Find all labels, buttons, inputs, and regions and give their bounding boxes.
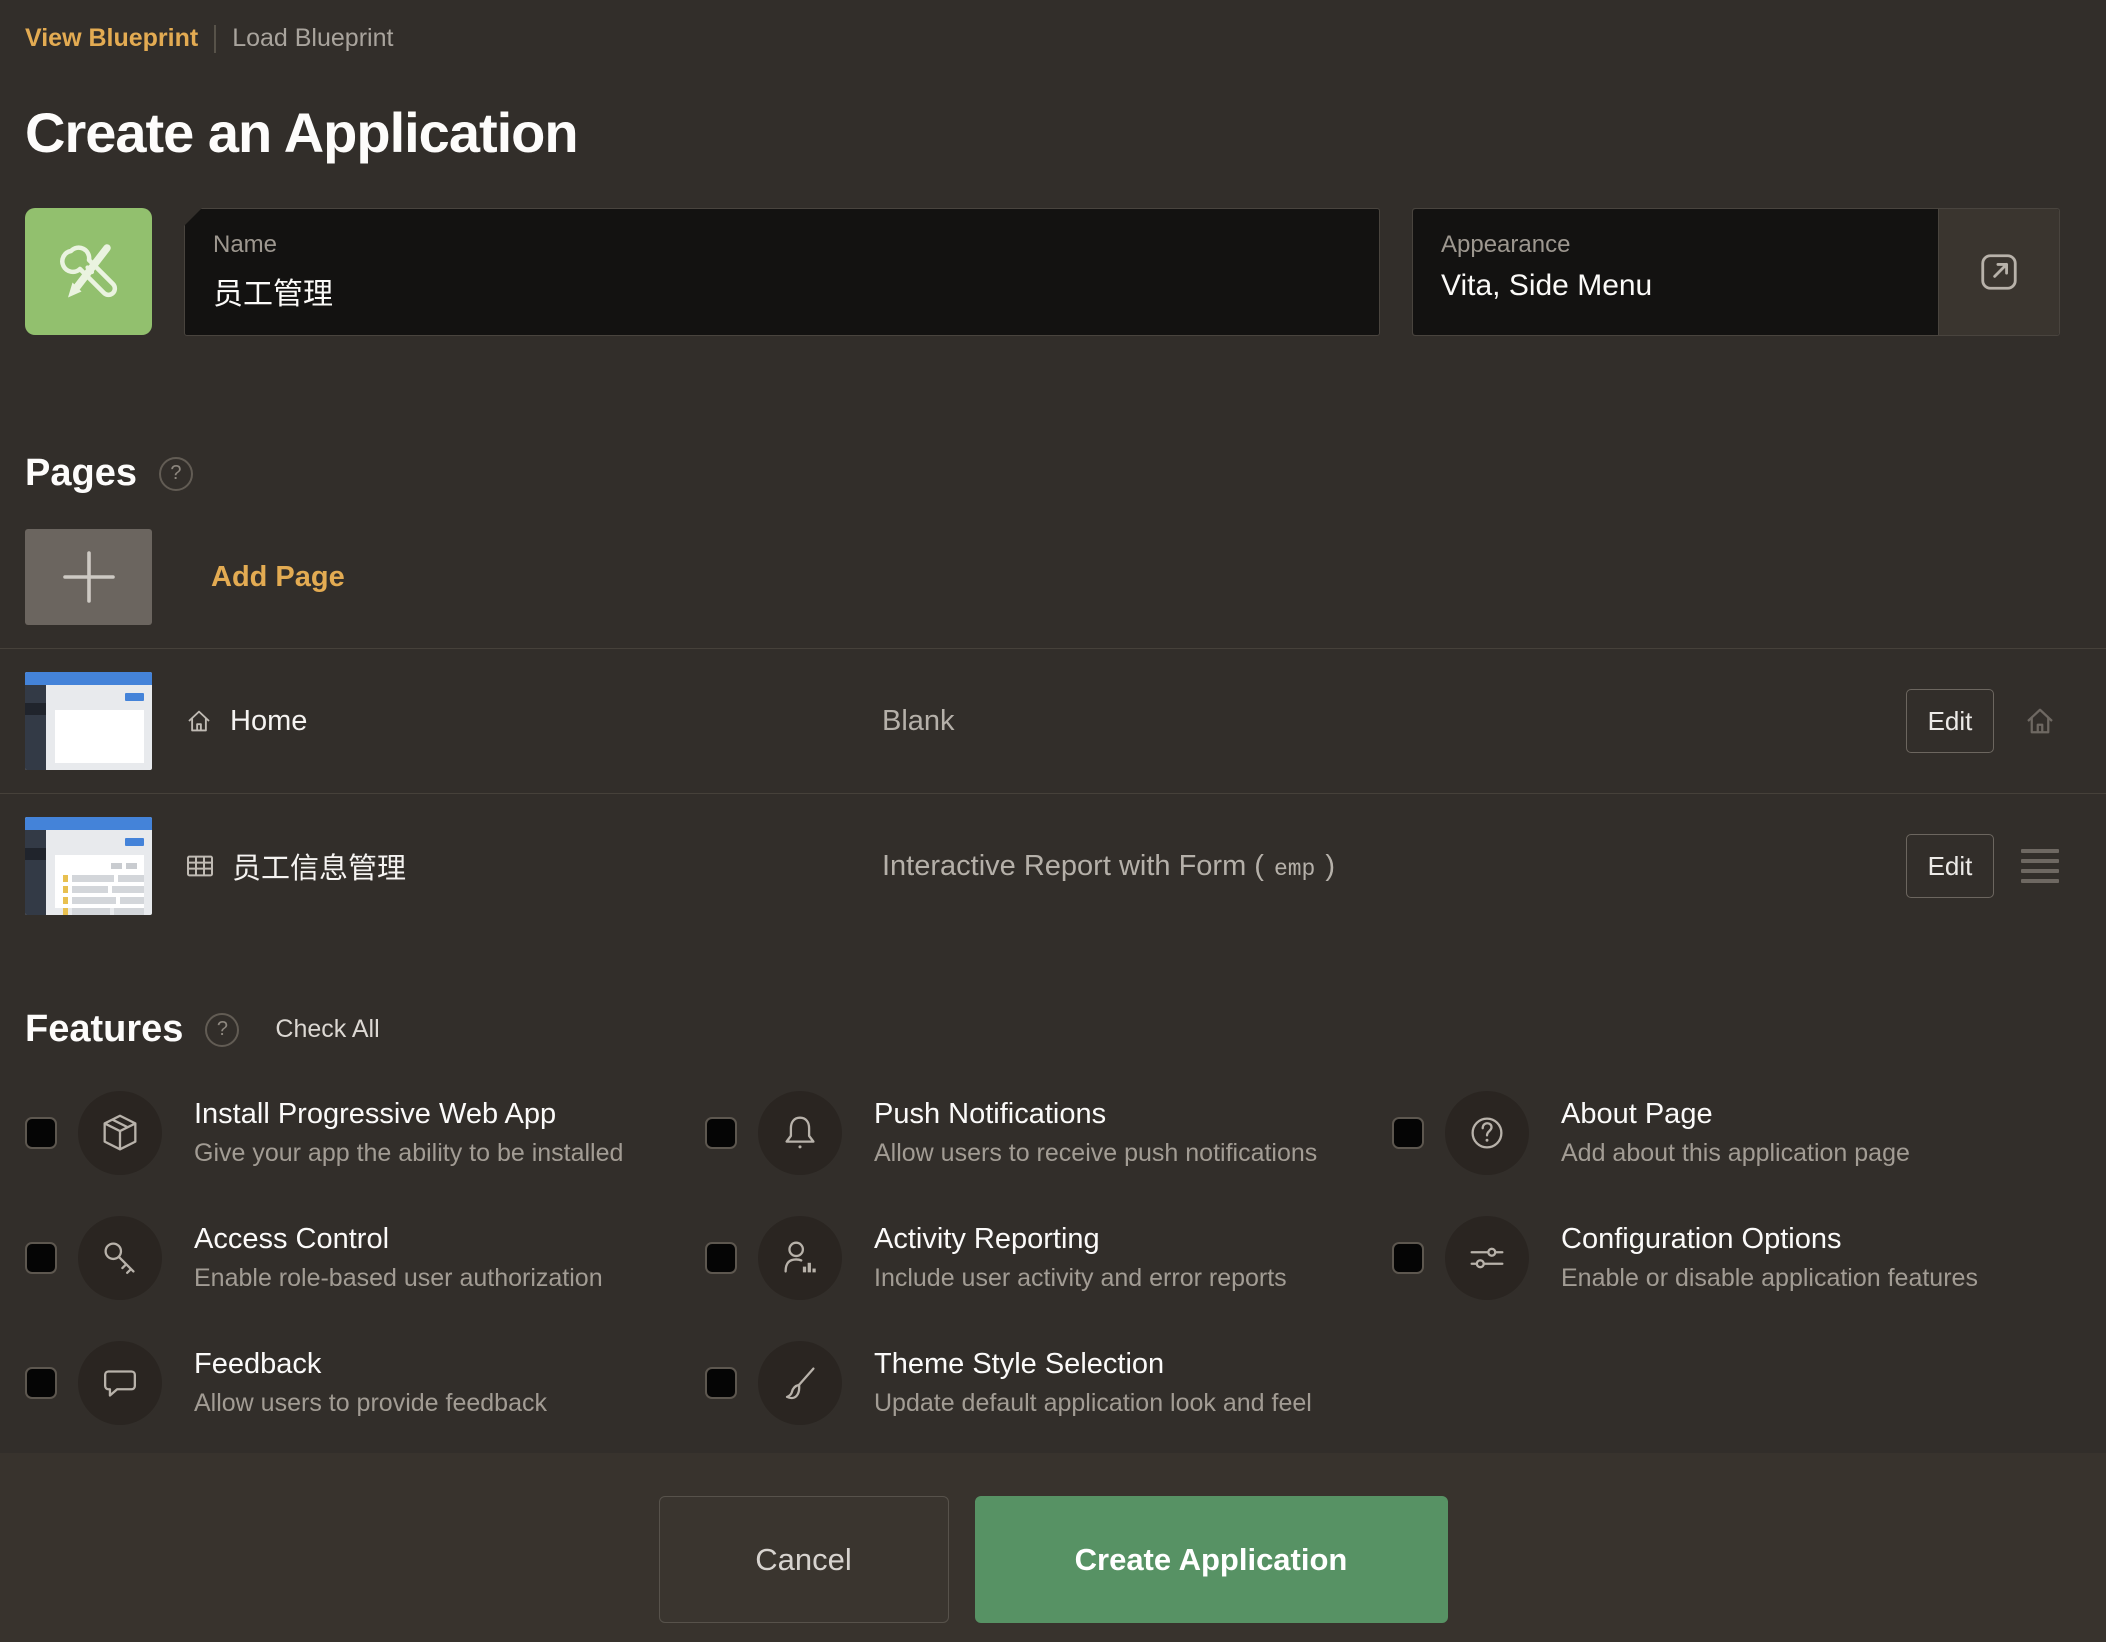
page-type-text: Blank	[882, 705, 1906, 738]
sliders-icon	[1445, 1216, 1529, 1300]
edit-page-button[interactable]: Edit	[1906, 689, 1994, 753]
features-heading: Features	[25, 1008, 183, 1051]
pages-heading: Pages	[25, 452, 137, 495]
feature-checkbox[interactable]	[705, 1117, 737, 1149]
home-page-indicator-icon	[2022, 703, 2058, 739]
home-icon	[184, 706, 214, 736]
edit-appearance-button[interactable]	[1939, 209, 2059, 335]
question-icon	[1445, 1091, 1529, 1175]
page-title-text: Home	[230, 705, 307, 738]
page-row-report[interactable]: 员工信息管理 Interactive Report with Form (emp…	[0, 793, 2106, 938]
feature-description: Allow users to receive push notification…	[874, 1139, 1317, 1168]
feature-install-pwa: Install Progressive Web App Give your ap…	[25, 1070, 705, 1195]
feature-theme-style: Theme Style Selection Update default app…	[705, 1320, 1392, 1445]
feature-description: Update default application look and feel	[874, 1389, 1312, 1418]
package-icon	[78, 1091, 162, 1175]
feature-checkbox[interactable]	[25, 1242, 57, 1274]
feature-push-notifications: Push Notifications Allow users to receiv…	[705, 1070, 1392, 1195]
feature-checkbox[interactable]	[705, 1242, 737, 1274]
feature-description: Include user activity and error reports	[874, 1264, 1287, 1293]
bell-icon	[758, 1091, 842, 1175]
appearance-group: Appearance Vita, Side Menu	[1412, 208, 2060, 336]
create-application-button[interactable]: Create Application	[975, 1496, 1448, 1623]
feature-about-page: About Page Add about this application pa…	[1392, 1070, 2076, 1195]
paintbrush-icon	[758, 1341, 842, 1425]
link-divider	[214, 25, 216, 53]
blueprint-links: View Blueprint Load Blueprint	[25, 24, 393, 53]
page-thumbnail-report	[25, 817, 152, 915]
features-help-icon[interactable]: ?	[205, 1013, 239, 1047]
name-field-value: 员工管理	[213, 269, 1351, 313]
grid-icon	[184, 850, 216, 882]
speech-bubble-icon	[78, 1341, 162, 1425]
open-dialog-icon	[1973, 246, 2025, 298]
appearance-field-value: Vita, Side Menu	[1441, 269, 1910, 303]
view-blueprint-link[interactable]: View Blueprint	[25, 24, 198, 53]
application-identity-row: Name 员工管理 Appearance Vita, Side Menu	[25, 208, 2060, 336]
feature-checkbox[interactable]	[1392, 1117, 1424, 1149]
feature-configuration-options: Configuration Options Enable or disable …	[1392, 1195, 2076, 1320]
drag-handle-icon[interactable]	[2021, 849, 2059, 883]
page-thumbnail-blank	[25, 672, 152, 770]
appearance-field-label: Appearance	[1441, 231, 1910, 259]
feature-checkbox[interactable]	[25, 1367, 57, 1399]
feature-description: Give your app the ability to be installe…	[194, 1139, 623, 1168]
user-chart-icon	[758, 1216, 842, 1300]
page-title: Create an Application	[25, 100, 578, 165]
pages-section-head: Pages ?	[25, 452, 193, 495]
feature-title: Install Progressive Web App	[194, 1098, 623, 1131]
features-section-head: Features ? Check All	[25, 1008, 380, 1051]
pages-list: Home Blank Edit	[0, 648, 2106, 938]
feature-access-control: Access Control Enable role-based user au…	[25, 1195, 705, 1320]
feature-title: Feedback	[194, 1348, 547, 1381]
feature-title: Activity Reporting	[874, 1223, 1287, 1256]
name-field-label: Name	[213, 231, 1351, 259]
page-title-text: 员工信息管理	[232, 845, 406, 887]
name-field[interactable]: Name 员工管理	[184, 208, 1380, 336]
key-icon	[78, 1216, 162, 1300]
add-page-row[interactable]: Add Page	[25, 529, 345, 625]
add-page-tile[interactable]	[25, 529, 152, 625]
feature-description: Add about this application page	[1561, 1139, 1910, 1168]
feature-title: Theme Style Selection	[874, 1348, 1312, 1381]
add-page-label[interactable]: Add Page	[211, 561, 345, 594]
edit-page-button[interactable]: Edit	[1906, 834, 1994, 898]
appearance-field[interactable]: Appearance Vita, Side Menu	[1413, 209, 1939, 335]
features-grid: Install Progressive Web App Give your ap…	[25, 1070, 2076, 1445]
tools-icon	[53, 236, 125, 308]
feature-title: Access Control	[194, 1223, 603, 1256]
cancel-button[interactable]: Cancel	[659, 1496, 949, 1623]
feature-checkbox[interactable]	[25, 1117, 57, 1149]
feature-title: About Page	[1561, 1098, 1910, 1131]
page-row-home[interactable]: Home Blank Edit	[0, 648, 2106, 793]
plus-icon	[53, 541, 125, 613]
pages-help-icon[interactable]: ?	[159, 457, 193, 491]
feature-activity-reporting: Activity Reporting Include user activity…	[705, 1195, 1392, 1320]
page-type-text: Interactive Report with Form (emp)	[882, 850, 1906, 883]
feature-feedback: Feedback Allow users to provide feedback	[25, 1320, 705, 1445]
feature-description: Allow users to provide feedback	[194, 1389, 547, 1418]
feature-description: Enable role-based user authorization	[194, 1264, 603, 1293]
feature-checkbox[interactable]	[705, 1367, 737, 1399]
check-all-link[interactable]: Check All	[275, 1015, 379, 1044]
feature-title: Configuration Options	[1561, 1223, 1978, 1256]
feature-description: Enable or disable application features	[1561, 1264, 1978, 1293]
feature-title: Push Notifications	[874, 1098, 1317, 1131]
load-blueprint-link[interactable]: Load Blueprint	[232, 24, 393, 53]
feature-checkbox[interactable]	[1392, 1242, 1424, 1274]
app-icon-tile[interactable]	[25, 208, 152, 335]
wizard-footer: Cancel Create Application	[0, 1453, 2106, 1642]
